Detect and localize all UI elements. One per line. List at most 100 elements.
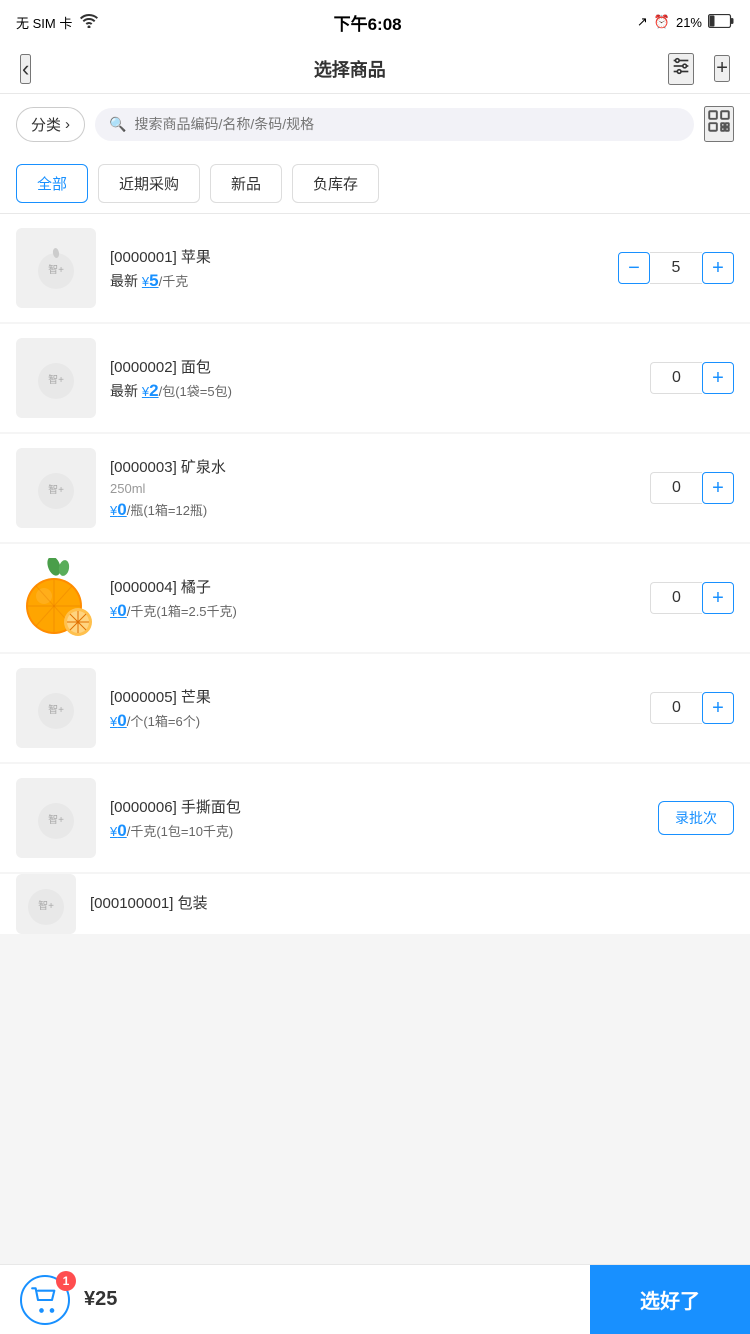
product-image-0000005: 智+ [16,668,96,748]
qty-increase-button[interactable]: + [702,692,734,724]
price-value: 5 [149,271,158,290]
tab-all[interactable]: 全部 [16,164,88,203]
product-name: [0000006] 手撕面包 [110,796,644,817]
time-display: 下午6:08 [334,10,402,35]
cart-button[interactable]: 1 [20,1275,70,1325]
search-input[interactable] [134,116,680,132]
tab-recent[interactable]: 近期采购 [98,164,200,203]
location-icon: ↗ [637,14,648,30]
qty-decrease-button[interactable]: − [618,252,650,284]
price-label: 最新 [110,273,138,289]
category-button[interactable]: 分类 › [16,107,85,142]
product-image-0000006: 智+ [16,778,96,858]
list-item: 智+ [0000003] 矿泉水 250ml ¥0/瓶(1箱=12瓶) + [0,434,750,542]
scan-button[interactable] [704,106,734,142]
batch-control-0000006: 录批次 [658,801,734,835]
product-name: [0000002] 面包 [110,356,636,377]
product-info-0000003: [0000003] 矿泉水 250ml ¥0/瓶(1箱=12瓶) [110,456,636,520]
tab-bar: 全部 近期采购 新品 负库存 [0,154,750,214]
search-icon: 🔍 [109,116,126,133]
price-value: 0 [117,711,126,730]
qty-input[interactable] [650,472,702,504]
qty-increase-button[interactable]: + [702,582,734,614]
status-bar: 无 SIM 卡 下午6:08 ↗ ⏰ 21% [0,0,750,44]
list-item: 智+ [0000005] 芒果 ¥0/个(1箱=6个) + [0,654,750,762]
product-price: 最新 ¥2/包(1袋=5包) [110,381,636,401]
add-button[interactable]: + [714,55,730,82]
filter-bar: 分类 › 🔍 [0,94,750,154]
price-value: 0 [117,500,126,519]
product-info-0000006: [0000006] 手撕面包 ¥0/千克(1包=10千克) [110,796,644,841]
category-label: 分类 [31,114,61,135]
quantity-control-0000005: + [650,692,734,724]
qty-increase-button[interactable]: + [702,472,734,504]
price-unit: /瓶(1箱=12瓶) [127,503,208,518]
battery-text: 21% [676,15,702,30]
product-list: 智+ [0000001] 苹果 最新 ¥5/千克 − + 智+ [0000002… [0,214,750,1006]
bottom-bar: 1 ¥25 选好了 [0,1264,750,1334]
list-item: 智+ [0000006] 手撕面包 ¥0/千克(1包=10千克) 录批次 [0,764,750,872]
qty-input[interactable] [650,252,702,284]
price-unit: /千克(1包=10千克) [127,824,234,839]
product-price: ¥0/瓶(1箱=12瓶) [110,500,636,520]
product-image-partial: 智+ [16,874,76,934]
product-name: [000100001] 包装 [90,892,734,913]
status-left: 无 SIM 卡 [16,13,98,32]
nav-left: ‹ [20,54,31,84]
nav-bar: ‹ 选择商品 + [0,44,750,94]
price-unit: /包(1袋=5包) [159,384,232,399]
quantity-control-0000002: + [650,362,734,394]
confirm-button[interactable]: 选好了 [590,1265,750,1334]
nav-right: + [668,53,730,85]
svg-text:智+: 智+ [48,373,64,386]
product-info-0000002: [0000002] 面包 最新 ¥2/包(1袋=5包) [110,356,636,401]
qty-increase-button[interactable]: + [702,362,734,394]
price-value: 0 [117,601,126,620]
qty-input[interactable] [650,582,702,614]
quantity-control-0000001: − + [618,252,734,284]
product-spec: 250ml [110,481,636,496]
product-image-0000002: 智+ [16,338,96,418]
batch-button[interactable]: 录批次 [658,801,734,835]
product-price: ¥0/个(1箱=6个) [110,711,636,731]
price-unit: /个(1箱=6个) [127,714,200,729]
carrier-text: 无 SIM 卡 [16,13,72,32]
filter-icon-button[interactable] [668,53,694,85]
tab-new[interactable]: 新品 [210,164,282,203]
list-item-partial: 智+ [000100001] 包装 [0,874,750,934]
product-price: ¥0/千克(1箱=2.5千克) [110,601,636,621]
svg-text:智+: 智+ [48,703,64,716]
qty-input[interactable] [650,692,702,724]
wifi-icon [80,14,98,31]
price-value: 2 [149,381,158,400]
svg-text:智+: 智+ [48,813,64,826]
product-name: [0000003] 矿泉水 [110,456,636,477]
qty-input[interactable] [650,362,702,394]
svg-text:智+: 智+ [48,263,64,276]
cart-area: 1 ¥25 [20,1275,590,1325]
product-image-0000001: 智+ [16,228,96,308]
price-unit: /千克 [159,274,189,289]
qty-increase-button[interactable]: + [702,252,734,284]
product-image-0000003: 智+ [16,448,96,528]
product-price: 最新 ¥5/千克 [110,271,604,291]
price-label: 最新 [110,383,138,399]
quantity-control-0000004: + [650,582,734,614]
product-info-0000001: [0000001] 苹果 最新 ¥5/千克 [110,246,604,291]
svg-text:智+: 智+ [48,483,64,496]
battery-icon [708,14,734,31]
list-item: 智+ [0000002] 面包 最新 ¥2/包(1袋=5包) + [0,324,750,432]
cart-total: ¥25 [84,1288,117,1311]
price-value: 0 [117,821,126,840]
list-item: 智+ [0000001] 苹果 最新 ¥5/千克 − + [0,214,750,322]
product-image-0000004 [16,558,96,638]
category-chevron-icon: › [65,116,70,133]
tab-negative[interactable]: 负库存 [292,164,379,203]
search-box: 🔍 [95,108,694,141]
back-button[interactable]: ‹ [20,54,31,84]
product-info-partial: [000100001] 包装 [90,892,734,917]
product-name: [0000001] 苹果 [110,246,604,267]
status-right: ↗ ⏰ 21% [637,14,734,31]
product-name: [0000004] 橘子 [110,576,636,597]
product-info-0000004: [0000004] 橘子 ¥0/千克(1箱=2.5千克) [110,576,636,621]
